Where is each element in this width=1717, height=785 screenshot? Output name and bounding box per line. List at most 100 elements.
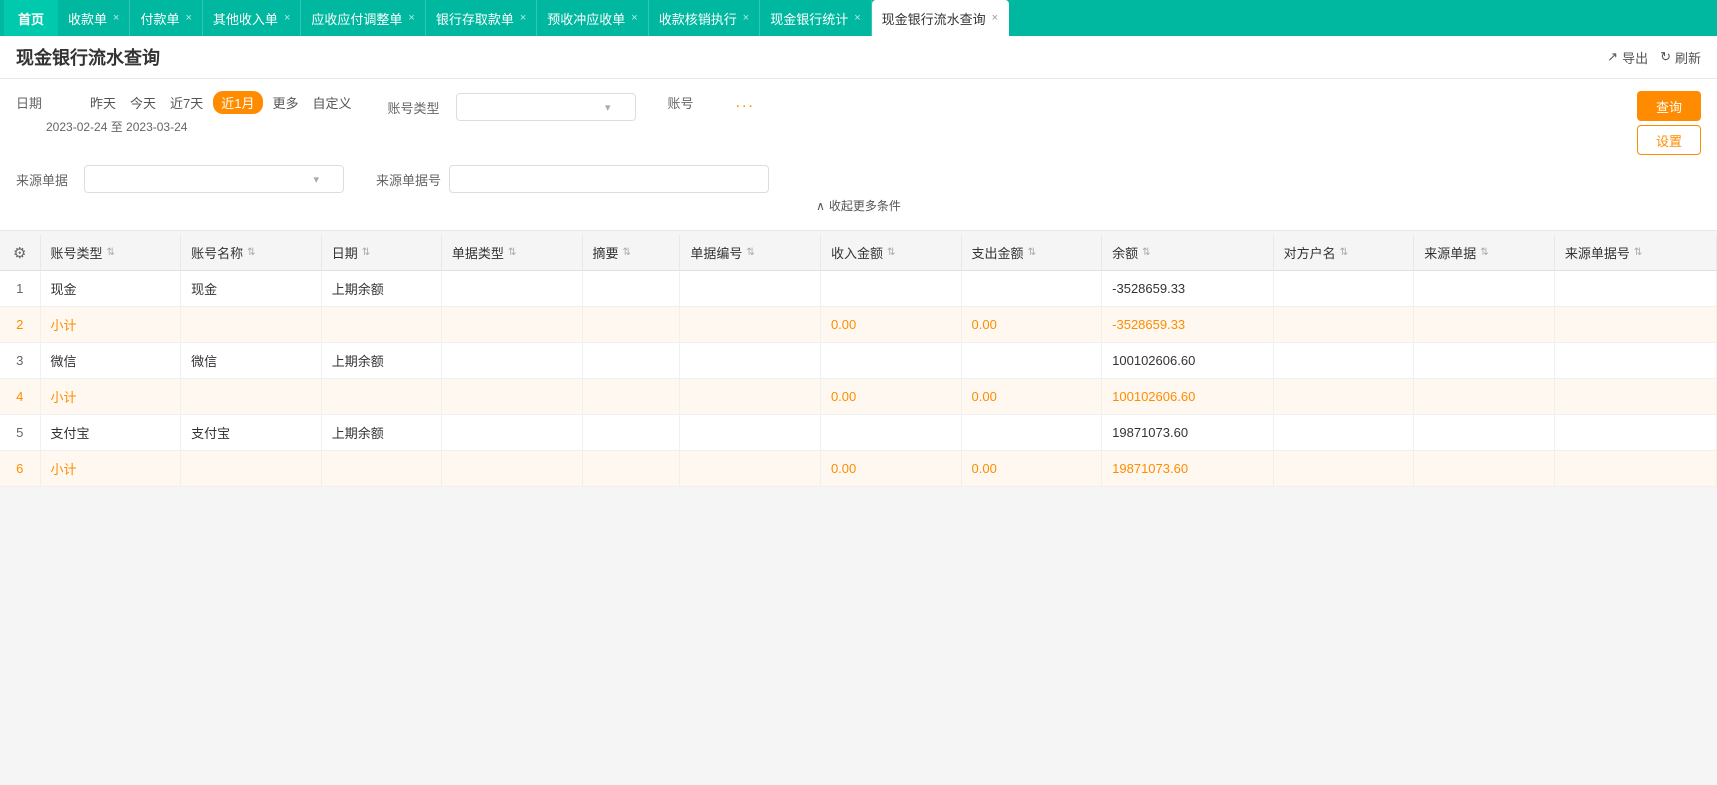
sort-summary-icon: ⇅: [623, 247, 631, 258]
home-tab[interactable]: 首页: [4, 0, 58, 36]
sort-date-icon: ⇅: [362, 247, 370, 258]
date-option-more[interactable]: 更多: [269, 91, 303, 114]
cell-balance: -3528659.33: [1102, 271, 1273, 307]
date-option-1month[interactable]: 近1月: [213, 91, 262, 114]
close-tab-6[interactable]: ×: [743, 12, 749, 24]
source-bill-no-input[interactable]: [449, 165, 769, 193]
th-date[interactable]: 日期 ⇅: [321, 235, 441, 271]
th-bill-type[interactable]: 单据类型 ⇅: [441, 235, 582, 271]
th-income[interactable]: 收入金额 ⇅: [820, 235, 961, 271]
cell-expense: [961, 343, 1102, 379]
close-tab-2[interactable]: ×: [284, 12, 290, 24]
tab-yushou[interactable]: 预收冲应收单 ×: [537, 0, 648, 36]
query-button[interactable]: 查询: [1637, 91, 1701, 121]
account-type-chevron-icon: ▾: [605, 101, 611, 114]
close-tab-5[interactable]: ×: [631, 12, 637, 24]
table-row[interactable]: 5支付宝支付宝上期余额19871073.60: [0, 415, 1717, 451]
cell-date: 上期余额: [321, 415, 441, 451]
close-tab-4[interactable]: ×: [520, 12, 526, 24]
cell-income: [820, 271, 961, 307]
cell-account-name: [181, 451, 322, 487]
cell-idx: 4: [0, 379, 40, 415]
cell-source-bill-no: [1554, 451, 1716, 487]
data-table: ⚙ 账号类型 ⇅ 账号名称 ⇅ 日期: [0, 235, 1717, 487]
date-option-today[interactable]: 今天: [126, 91, 160, 114]
cell-bill-type: [441, 271, 582, 307]
source-bill-select[interactable]: ▾: [84, 165, 344, 193]
cell-source-bill: [1414, 271, 1555, 307]
date-option-7days[interactable]: 近7天: [166, 91, 207, 114]
close-tab-1[interactable]: ×: [185, 12, 191, 24]
cell-expense: 0.00: [961, 379, 1102, 415]
table-header-row: ⚙ 账号类型 ⇅ 账号名称 ⇅ 日期: [0, 235, 1717, 271]
table-row[interactable]: 3微信微信上期余额100102606.60: [0, 343, 1717, 379]
th-balance[interactable]: 余额 ⇅: [1102, 235, 1273, 271]
close-tab-0[interactable]: ×: [113, 12, 119, 24]
th-summary[interactable]: 摘要 ⇅: [582, 235, 680, 271]
tab-xianjinyinhangtongjii[interactable]: 现金银行统计 ×: [760, 0, 871, 36]
date-option-yesterday[interactable]: 昨天: [86, 91, 120, 114]
collapse-chevron-icon: ∧: [816, 199, 825, 213]
page-title: 现金银行流水查询: [16, 44, 160, 70]
cell-bill-no: [680, 271, 821, 307]
sort-account-type-icon: ⇅: [107, 247, 115, 258]
cell-bill-no: [680, 451, 821, 487]
export-button[interactable]: ↗ 导出: [1607, 48, 1648, 67]
cell-source-bill: [1414, 343, 1555, 379]
cell-account-name: [181, 379, 322, 415]
collapse-filter-button[interactable]: ∧ 收起更多条件: [16, 193, 1701, 218]
cell-source-bill-no: [1554, 343, 1716, 379]
account-dots-button[interactable]: ...: [736, 94, 755, 112]
cell-account-name: 微信: [181, 343, 322, 379]
cell-account-type: 现金: [40, 271, 181, 307]
date-range-display: 2023-02-24 至 2023-03-24: [46, 118, 356, 135]
cell-source-bill: [1414, 415, 1555, 451]
th-account-type[interactable]: 账号类型 ⇅: [40, 235, 181, 271]
settings-button[interactable]: 设置: [1637, 125, 1701, 155]
refresh-button[interactable]: ↻ 刷新: [1660, 48, 1701, 67]
th-counterpart[interactable]: 对方户名 ⇅: [1273, 235, 1414, 271]
table-row[interactable]: 4小计0.000.00100102606.60: [0, 379, 1717, 415]
cell-date: 上期余额: [321, 271, 441, 307]
cell-account-name: [181, 307, 322, 343]
tab-yingshouyingfu[interactable]: 应收应付调整单 ×: [301, 0, 425, 36]
table-row[interactable]: 2小计0.000.00-3528659.33: [0, 307, 1717, 343]
account-type-select[interactable]: ▾: [456, 93, 636, 121]
th-bill-no[interactable]: 单据编号 ⇅: [680, 235, 821, 271]
source-bill-chevron-icon: ▾: [313, 173, 319, 186]
refresh-icon: ↻: [1660, 49, 1671, 65]
cell-counterpart: [1273, 451, 1414, 487]
tab-qitashoururu[interactable]: 其他收入单 ×: [203, 0, 301, 36]
cell-source-bill: [1414, 451, 1555, 487]
table-row[interactable]: 6小计0.000.0019871073.60: [0, 451, 1717, 487]
cell-counterpart: [1273, 343, 1414, 379]
cell-summary: [582, 415, 680, 451]
th-source-bill-no[interactable]: 来源单据号 ⇅: [1554, 235, 1716, 271]
th-account-name[interactable]: 账号名称 ⇅: [181, 235, 322, 271]
table-container: ⚙ 账号类型 ⇅ 账号名称 ⇅ 日期: [0, 235, 1717, 487]
cell-bill-no: [680, 379, 821, 415]
tab-fukuandan[interactable]: 付款单 ×: [130, 0, 202, 36]
cell-date: [321, 307, 441, 343]
table-row[interactable]: 1现金现金上期余额-3528659.33: [0, 271, 1717, 307]
sort-bill-no-icon: ⇅: [746, 247, 754, 258]
th-expense[interactable]: 支出金额 ⇅: [961, 235, 1102, 271]
cell-counterpart: [1273, 415, 1414, 451]
cell-bill-type: [441, 343, 582, 379]
tab-shoukuanxiaoxiao[interactable]: 收款核销执行 ×: [649, 0, 760, 36]
sort-balance-icon: ⇅: [1142, 247, 1150, 258]
th-source-bill[interactable]: 来源单据 ⇅: [1414, 235, 1555, 271]
cell-source-bill-no: [1554, 415, 1716, 451]
cell-summary: [582, 307, 680, 343]
account-label: 账号: [668, 93, 728, 112]
source-bill-label: 来源单据: [16, 170, 76, 189]
date-options: 昨天 今天 近7天 近1月 更多 自定义: [86, 91, 356, 114]
th-settings[interactable]: ⚙: [0, 235, 40, 271]
close-tab-3[interactable]: ×: [408, 12, 414, 24]
date-option-custom[interactable]: 自定义: [309, 91, 356, 114]
close-tab-7[interactable]: ×: [854, 12, 860, 24]
tab-shoukuandan[interactable]: 收款单 ×: [58, 0, 130, 36]
close-tab-8[interactable]: ×: [992, 12, 998, 24]
tab-yinhangcunqu[interactable]: 银行存取款单 ×: [426, 0, 537, 36]
tab-liushui[interactable]: 现金银行流水查询 ×: [872, 0, 1009, 36]
